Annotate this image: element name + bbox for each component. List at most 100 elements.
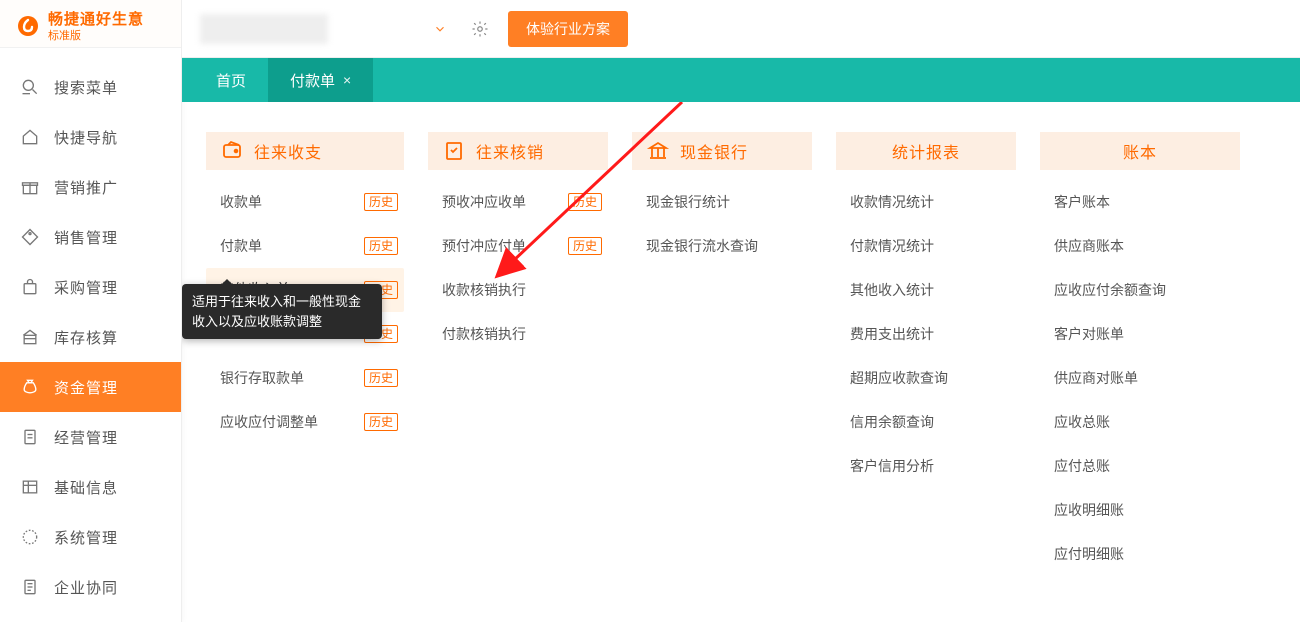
row-label: 付款情况统计 — [850, 236, 934, 256]
module-receipts: 往来收支 收款单 历史 付款单 历史 其他收入单? — [206, 132, 404, 576]
module-cashbank: 现金银行 现金银行统计 现金银行流水查询 — [632, 132, 812, 576]
sidebar-item-collab[interactable]: 企业协同 — [0, 562, 181, 612]
sidebar-item-label: 基础信息 — [54, 477, 118, 498]
row-label: 付款单 — [220, 236, 262, 256]
money-bag-icon — [20, 377, 40, 397]
row-label: 收款情况统计 — [850, 192, 934, 212]
sidebar-item-label: 经营管理 — [54, 427, 118, 448]
sidebar-item-label: 企业协同 — [54, 577, 118, 598]
org-dropdown-icon[interactable] — [428, 17, 452, 41]
module-header: 往来收支 — [206, 132, 404, 170]
brand-title: 畅捷通好生意 — [48, 8, 144, 29]
link-payment-stats[interactable]: 付款情况统计 — [836, 224, 1016, 268]
history-badge[interactable]: 历史 — [364, 237, 398, 255]
link-supplier-statement[interactable]: 供应商对账单 — [1040, 356, 1240, 400]
row-label: 现金银行流水查询 — [646, 236, 758, 256]
link-ap-detail-ledger[interactable]: 应付明细账 — [1040, 532, 1240, 576]
history-badge[interactable]: 历史 — [568, 193, 602, 211]
history-badge[interactable]: 历史 — [568, 237, 602, 255]
sidebar-item-search-menu[interactable]: 搜索菜单 — [0, 62, 181, 112]
row-label: 费用支出统计 — [850, 324, 934, 344]
settings-icon[interactable] — [468, 17, 492, 41]
row-label: 应收应付余额查询 — [1054, 280, 1166, 300]
sidebar-item-label: 销售管理 — [54, 227, 118, 248]
row-label: 信用余额查询 — [850, 412, 934, 432]
tab-payment-order[interactable]: 付款单 × — [268, 58, 373, 102]
sidebar-item-label: 营销推广 — [54, 177, 118, 198]
sidebar-item-purchase[interactable]: 采购管理 — [0, 262, 181, 312]
sidebar-item-shortcut-nav[interactable]: 快捷导航 — [0, 112, 181, 162]
tab-label: 付款单 — [290, 70, 335, 91]
module-title: 往来收支 — [254, 139, 322, 163]
link-ar-detail-ledger[interactable]: 应收明细账 — [1040, 488, 1240, 532]
link-bank-deposit-withdraw[interactable]: 银行存取款单 历史 — [206, 356, 404, 400]
sidebar-item-funds[interactable]: 资金管理 — [0, 362, 181, 412]
history-badge[interactable]: 历史 — [364, 369, 398, 387]
link-receipt-order[interactable]: 收款单 历史 — [206, 180, 404, 224]
tooltip: 适用于往来收入和一般性现金收入以及应收账款调整 — [182, 284, 382, 339]
link-ap-general-ledger[interactable]: 应付总账 — [1040, 444, 1240, 488]
link-payment-order[interactable]: 付款单 历史 — [206, 224, 404, 268]
tag-icon — [20, 227, 40, 247]
row-label: 现金银行统计 — [646, 192, 730, 212]
link-prepay-offset-ap[interactable]: 预付冲应付单 历史 — [428, 224, 608, 268]
link-prepay-offset-ar[interactable]: 预收冲应收单 历史 — [428, 180, 608, 224]
row-label: 预付冲应付单 — [442, 236, 526, 256]
link-ar-ap-balance-query[interactable]: 应收应付余额查询 — [1040, 268, 1240, 312]
row-label: 预收冲应收单 — [442, 192, 526, 212]
link-customer-credit-analysis[interactable]: 客户信用分析 — [836, 444, 1016, 488]
link-supplier-ledger[interactable]: 供应商账本 — [1040, 224, 1240, 268]
experience-solution-button[interactable]: 体验行业方案 — [508, 11, 628, 47]
link-overdue-ar-query[interactable]: 超期应收款查询 — [836, 356, 1016, 400]
row-label: 超期应收款查询 — [850, 368, 948, 388]
module-title: 现金银行 — [680, 139, 748, 163]
tab-label: 首页 — [216, 70, 246, 91]
row-label: 应收明细账 — [1054, 500, 1124, 520]
sidebar-item-operation[interactable]: 经营管理 — [0, 412, 181, 462]
row-label: 客户账本 — [1054, 192, 1110, 212]
sidebar-item-system[interactable]: 系统管理 — [0, 512, 181, 562]
sidebar-item-marketing[interactable]: 营销推广 — [0, 162, 181, 212]
sidebar-item-label: 搜索菜单 — [54, 77, 118, 98]
gear-outline-icon — [20, 527, 40, 547]
search-icon — [20, 77, 40, 97]
row-label: 供应商对账单 — [1054, 368, 1138, 388]
link-ar-general-ledger[interactable]: 应收总账 — [1040, 400, 1240, 444]
link-customer-ledger[interactable]: 客户账本 — [1040, 180, 1240, 224]
sidebar-item-label: 资金管理 — [54, 377, 118, 398]
table-icon — [20, 477, 40, 497]
link-credit-balance-query[interactable]: 信用余额查询 — [836, 400, 1016, 444]
module-title: 账本 — [1123, 139, 1157, 163]
brand-block: 畅捷通好生意 标准版 — [0, 0, 181, 48]
row-label: 应付总账 — [1054, 456, 1110, 476]
history-badge[interactable]: 历史 — [364, 193, 398, 211]
link-expense-stats[interactable]: 费用支出统计 — [836, 312, 1016, 356]
close-icon[interactable]: × — [343, 72, 351, 88]
bag-icon — [20, 277, 40, 297]
row-label: 客户信用分析 — [850, 456, 934, 476]
history-badge[interactable]: 历史 — [364, 413, 398, 431]
row-label: 银行存取款单 — [220, 368, 304, 388]
sidebar-item-sales[interactable]: 销售管理 — [0, 212, 181, 262]
link-receipt-stats[interactable]: 收款情况统计 — [836, 180, 1016, 224]
row-label: 收款核销执行 — [442, 280, 526, 300]
link-customer-statement[interactable]: 客户对账单 — [1040, 312, 1240, 356]
link-other-income-stats[interactable]: 其他收入统计 — [836, 268, 1016, 312]
home-icon — [20, 127, 40, 147]
row-label: 应付明细账 — [1054, 544, 1124, 564]
link-payment-writeoff-exec[interactable]: 付款核销执行 — [428, 312, 608, 356]
org-name-placeholder — [200, 14, 328, 44]
row-label: 付款核销执行 — [442, 324, 526, 344]
row-label: 其他收入统计 — [850, 280, 934, 300]
row-label: 应收总账 — [1054, 412, 1110, 432]
tab-home[interactable]: 首页 — [194, 58, 268, 102]
link-cashbank-stats[interactable]: 现金银行统计 — [632, 180, 812, 224]
row-label: 客户对账单 — [1054, 324, 1124, 344]
link-receipt-writeoff-exec[interactable]: 收款核销执行 — [428, 268, 608, 312]
module-header: 往来核销 — [428, 132, 608, 170]
sidebar-item-basic-info[interactable]: 基础信息 — [0, 462, 181, 512]
warehouse-icon — [20, 327, 40, 347]
link-ar-ap-adjust[interactable]: 应收应付调整单 历史 — [206, 400, 404, 444]
sidebar-item-inventory[interactable]: 库存核算 — [0, 312, 181, 362]
link-cashbank-flow-query[interactable]: 现金银行流水查询 — [632, 224, 812, 268]
